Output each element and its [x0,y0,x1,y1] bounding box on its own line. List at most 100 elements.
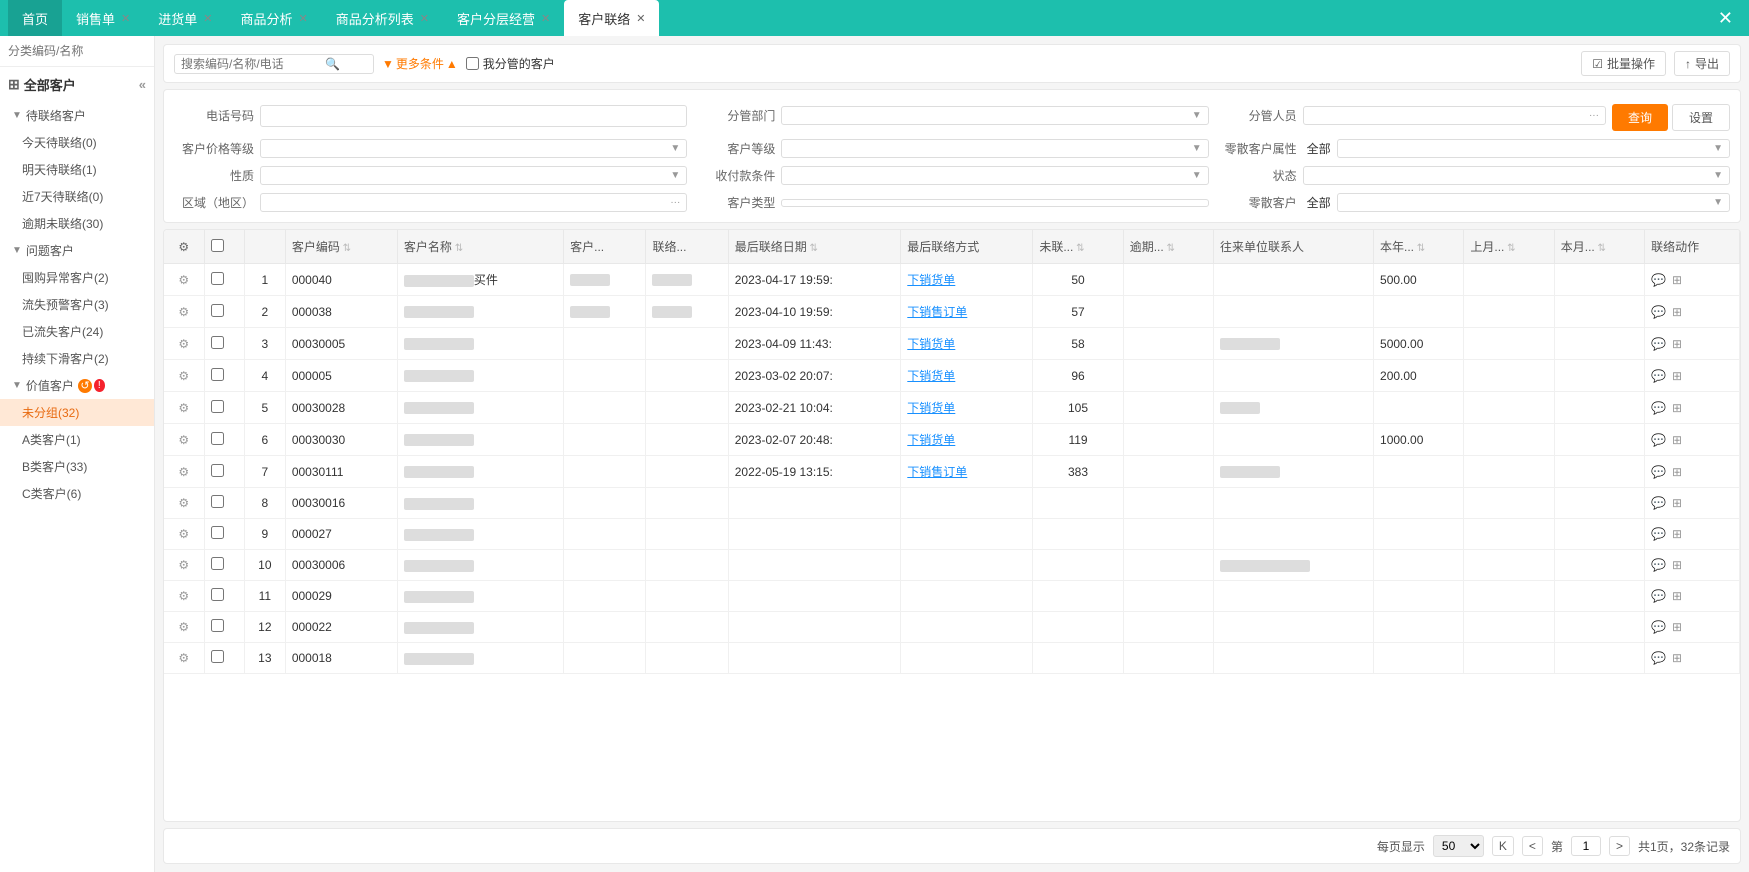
my-customers-check[interactable] [466,57,479,70]
chat-icon[interactable]: 💬 [1651,558,1666,572]
sidebar-search-input[interactable] [8,44,155,58]
row-settings-icon[interactable]: ⚙ [178,369,189,383]
row-settings-icon[interactable]: ⚙ [178,620,189,634]
row-settings-icon[interactable]: ⚙ [178,273,189,287]
nav-tab-customer-mgmt[interactable]: 客户分层经营 ✕ [443,0,564,36]
sidebar-item-ungrouped[interactable]: 未分组(32) [0,399,154,426]
row-checkbox[interactable] [211,272,224,285]
row-settings-icon[interactable]: ⚙ [178,433,189,447]
sidebar-group-value[interactable]: ▼ 价值客户 ↺ ! [0,372,154,399]
sidebar-item-declining[interactable]: 持续下滑客户(2) [0,345,154,372]
sidebar-group-pending[interactable]: ▼ 待联络客户 [0,102,154,129]
chat-icon[interactable]: 💬 [1651,401,1666,415]
all-customers-header[interactable]: ⊞ 全部客户 « [0,67,154,102]
customer-type-select[interactable] [781,199,1208,207]
contact-way-link[interactable]: 下销售订单 [907,305,967,319]
nav-tab-customer-contact[interactable]: 客户联络 ✕ [564,0,659,36]
grid-action-icon[interactable]: ⊞ [1672,337,1682,351]
row-checkbox[interactable] [211,400,224,413]
nav-tab-analysis-list[interactable]: 商品分析列表 ✕ [322,0,443,36]
region-select[interactable]: ··· [260,193,687,212]
row-checkbox[interactable] [211,526,224,539]
grid-action-icon[interactable]: ⊞ [1672,620,1682,634]
sidebar-item-7days[interactable]: 近7天待联络(0) [0,183,154,210]
row-checkbox[interactable] [211,432,224,445]
chat-icon[interactable]: 💬 [1651,273,1666,287]
grid-action-icon[interactable]: ⊞ [1672,273,1682,287]
row-checkbox[interactable] [211,588,224,601]
checkbox-column[interactable] [204,230,244,264]
row-settings-icon[interactable]: ⚙ [178,401,189,415]
grid-action-icon[interactable]: ⊞ [1672,651,1682,665]
row-settings-icon[interactable]: ⚙ [178,651,189,665]
grid-action-icon[interactable]: ⊞ [1672,558,1682,572]
contact-way-link[interactable]: 下销货单 [907,401,955,415]
contact-column[interactable]: 联络... [646,230,728,264]
select-all-checkbox[interactable] [211,239,224,252]
row-checkbox[interactable] [211,650,224,663]
retail-customer-select[interactable]: ▼ [1337,193,1730,212]
row-settings-icon[interactable]: ⚙ [178,589,189,603]
grid-action-icon[interactable]: ⊞ [1672,589,1682,603]
contact-way-link[interactable]: 下销售订单 [907,465,967,479]
settings-column[interactable]: ⚙ [164,230,204,264]
grid-action-icon[interactable]: ⊞ [1672,433,1682,447]
grid-action-icon[interactable]: ⊞ [1672,305,1682,319]
row-settings-icon[interactable]: ⚙ [178,305,189,319]
last-contact-way-column[interactable]: 最后联络方式 [901,230,1033,264]
dept-select[interactable]: ▼ [781,106,1208,125]
row-settings-icon[interactable]: ⚙ [178,527,189,541]
sidebar-item-tomorrow[interactable]: 明天待联络(1) [0,156,154,183]
nav-tab-purchase[interactable]: 进货单 ✕ [144,0,226,36]
close-icon[interactable]: ✕ [121,12,130,25]
row-settings-icon[interactable]: ⚙ [178,496,189,510]
chat-icon[interactable]: 💬 [1651,369,1666,383]
price-level-select[interactable]: ▼ [260,139,687,158]
chat-icon[interactable]: 💬 [1651,589,1666,603]
row-checkbox[interactable] [211,336,224,349]
nav-tab-analysis[interactable]: 商品分析 ✕ [226,0,321,36]
search-icon[interactable]: 🔍 [325,57,340,71]
this-year-column[interactable]: 本年... [1374,230,1464,264]
status-select[interactable]: ▼ [1303,166,1730,185]
row-checkbox[interactable] [211,368,224,381]
this-month-column[interactable]: 本月... [1554,230,1644,264]
close-icon[interactable]: ✕ [299,12,308,25]
nav-tab-sales[interactable]: 销售单 ✕ [62,0,144,36]
chat-icon[interactable]: 💬 [1651,651,1666,665]
last-month-column[interactable]: 上月... [1464,230,1554,264]
overdue-column[interactable]: 逾期... [1123,230,1213,264]
prev-page-button[interactable]: < [1522,836,1543,856]
next-page-button[interactable]: > [1609,836,1630,856]
row-settings-icon[interactable]: ⚙ [178,337,189,351]
type-column[interactable]: 客户... [564,230,646,264]
row-checkbox[interactable] [211,557,224,570]
name-column[interactable]: 客户名称 [397,230,563,264]
chat-icon[interactable]: 💬 [1651,433,1666,447]
retail-attr-select[interactable]: ▼ [1337,139,1730,158]
sidebar-item-class-b[interactable]: B类客户(33) [0,453,154,480]
sidebar-group-problem[interactable]: ▼ 问题客户 [0,237,154,264]
grid-action-icon[interactable]: ⊞ [1672,401,1682,415]
grid-action-icon[interactable]: ⊞ [1672,369,1682,383]
chat-icon[interactable]: 💬 [1651,496,1666,510]
chat-icon[interactable]: 💬 [1651,305,1666,319]
contact-way-link[interactable]: 下销货单 [907,337,955,351]
last-contact-date-column[interactable]: 最后联络日期 [728,230,901,264]
chat-icon[interactable]: 💬 [1651,465,1666,479]
property-select[interactable]: ▼ [260,166,687,185]
export-button[interactable]: ↑ 导出 [1674,51,1730,76]
chat-icon[interactable]: 💬 [1651,527,1666,541]
sidebar-item-today[interactable]: 今天待联络(0) [0,129,154,156]
row-settings-icon[interactable]: ⚙ [178,465,189,479]
grid-action-icon[interactable]: ⊞ [1672,496,1682,510]
search-input-wrapper[interactable]: 🔍 [174,54,374,74]
row-checkbox[interactable] [211,464,224,477]
first-page-button[interactable]: K [1492,836,1514,856]
grid-action-icon[interactable]: ⊞ [1672,465,1682,479]
sidebar-item-lost[interactable]: 已流失客户(24) [0,318,154,345]
sidebar-item-class-a[interactable]: A类客户(1) [0,426,154,453]
query-button[interactable]: 查询 [1612,104,1668,131]
contact-way-link[interactable]: 下销货单 [907,273,955,287]
reset-button[interactable]: 设置 [1672,104,1730,131]
